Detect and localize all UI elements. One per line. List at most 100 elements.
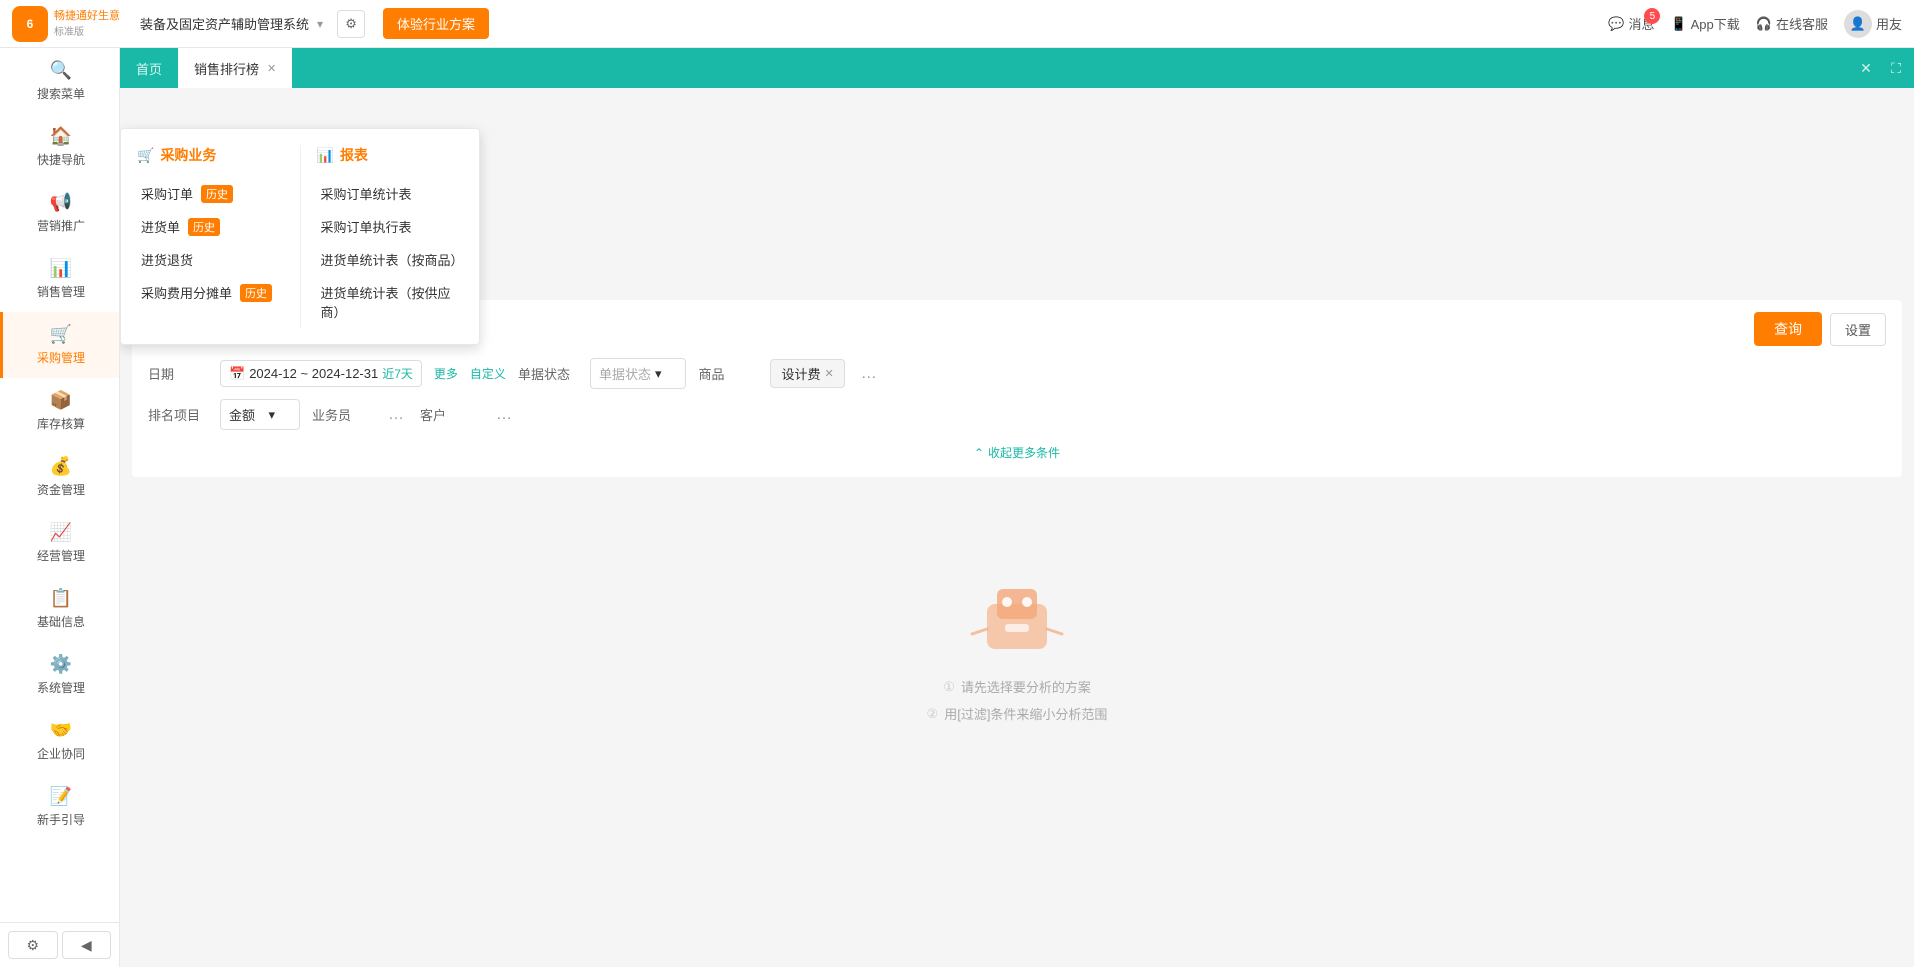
industry-button[interactable]: 体验行业方案 <box>383 8 489 39</box>
sidebar-label-enterprise: 企业协同 <box>37 745 85 762</box>
sidebar-item-operations[interactable]: 📈 经营管理 <box>0 510 119 576</box>
system-title-area: 装备及固定资产辅助管理系统 ▾ ⚙ 体验行业方案 <box>140 8 489 39</box>
sidebar-item-search[interactable]: 🔍 搜索菜单 <box>0 48 119 114</box>
sidebar-bottom: ⚙ ◀ <box>0 922 119 967</box>
content-area: 首页 销售排行榜 ✕ ✕ ⛶ 🛒 采购业务 <box>120 48 1914 967</box>
phone-icon: 📱 <box>1670 16 1686 32</box>
sidebar-item-system[interactable]: ⚙️ 系统管理 <box>0 642 119 708</box>
tab-home-label: 首页 <box>136 59 162 78</box>
user-name: 用友 <box>1876 14 1902 33</box>
empty-hint-2: ② 用[过滤]条件来缩小分析范围 <box>927 704 1108 723</box>
calendar-icon: 📅 <box>229 366 245 382</box>
goods-tag-close-icon[interactable]: ✕ <box>825 367 834 380</box>
tab-maximize-btn[interactable]: ⛶ <box>1882 54 1910 82</box>
tab-sales-ranking[interactable]: 销售排行榜 ✕ <box>178 48 292 88</box>
purchase-order-stats-label: 采购订单统计表 <box>321 184 412 203</box>
tab-close-icon[interactable]: ✕ <box>267 62 276 75</box>
tab-bar: 首页 销售排行榜 ✕ ✕ ⛶ <box>120 48 1914 88</box>
settings-bottom-btn[interactable]: ⚙ <box>8 931 58 959</box>
purchase-order-label: 采购订单 <box>141 184 193 203</box>
svg-text:6: 6 <box>27 17 34 31</box>
search-button[interactable]: 查询 <box>1754 312 1822 346</box>
inbound-stats-supplier-label: 进货单统计表（按供应商） <box>321 283 460 321</box>
date-more-link[interactable]: 更多 <box>434 365 458 382</box>
goods-tag[interactable]: 设计费 ✕ <box>770 359 844 388</box>
sidebar-label-guide: 新手引导 <box>37 811 85 828</box>
goods-tag-value: 设计费 <box>781 364 820 383</box>
sidebar-item-enterprise[interactable]: 🤝 企业协同 <box>0 708 119 774</box>
sidebar-label-search: 搜索菜单 <box>37 85 85 102</box>
purchase-section-icon: 🛒 <box>137 147 154 164</box>
setting-button[interactable]: 设置 <box>1830 313 1886 346</box>
search-icon: 🔍 <box>50 60 72 81</box>
sidebar-item-inventory[interactable]: 📦 库存核算 <box>0 378 119 444</box>
reports-section-icon: 📊 <box>317 147 334 164</box>
dropdown-icon: ▾ <box>655 366 662 382</box>
sidebar-item-basicinfo[interactable]: 📋 基础信息 <box>0 576 119 642</box>
chevron-down-icon[interactable]: ▾ <box>317 17 323 31</box>
sidebar-item-sales[interactable]: 📊 销售管理 <box>0 246 119 312</box>
date-custom-link[interactable]: 自定义 <box>470 365 506 382</box>
menu-item-purchase-order[interactable]: 采购订单 历史 <box>137 177 284 210</box>
system-title-text: 装备及固定资产辅助管理系统 <box>140 14 309 33</box>
rank-select[interactable]: 金额 ▾ <box>220 399 300 430</box>
menu-item-inbound[interactable]: 进货单 历史 <box>137 210 284 243</box>
history-badge-inbound: 历史 <box>188 218 220 236</box>
doc-status-value: 单据状态 <box>599 364 651 383</box>
sidebar-item-quicknav[interactable]: 🏠 快捷导航 <box>0 114 119 180</box>
menu-item-purchase-expense[interactable]: 采购费用分摊单 历史 <box>137 276 284 309</box>
gear-button[interactable]: ⚙ <box>337 10 365 38</box>
sidebar-label-sales: 销售管理 <box>37 283 85 300</box>
filter-row-1: 日期 📅 2024-12 ~ 2024-12-31 近7天 更多 自定义 单据状… <box>148 358 1886 389</box>
finance-icon: 💰 <box>50 456 72 477</box>
customer-ellipsis[interactable]: … <box>492 406 516 424</box>
user-area[interactable]: 👤 用友 <box>1844 10 1902 38</box>
sidebar-label-marketing: 营销推广 <box>37 217 85 234</box>
collapse-sidebar-btn[interactable]: ◀ <box>62 931 112 959</box>
date-label: 日期 <box>148 364 208 383</box>
return-label: 进货退货 <box>141 250 193 269</box>
tab-home[interactable]: 首页 <box>120 48 178 88</box>
sidebar: 🔍 搜索菜单 🏠 快捷导航 📢 营销推广 📊 销售管理 🛒 采购管理 📦 库存核… <box>0 48 120 967</box>
collapse-label: 收起更多条件 <box>988 444 1060 461</box>
sidebar-label-inventory: 库存核算 <box>37 415 85 432</box>
main-layout: 🔍 搜索菜单 🏠 快捷导航 📢 营销推广 📊 销售管理 🛒 采购管理 📦 库存核… <box>0 48 1914 967</box>
sidebar-item-finance[interactable]: 💰 资金管理 <box>0 444 119 510</box>
logo-brand: 畅捷通好生意 <box>54 9 120 23</box>
menu-item-purchase-order-stats[interactable]: 采购订单统计表 <box>317 177 464 210</box>
rank-value: 金额 <box>229 405 255 424</box>
top-right-area: 💬 消息 5 📱 App下载 🎧 在线客服 👤 用友 <box>1608 10 1902 38</box>
menu-item-return[interactable]: 进货退货 <box>137 243 284 276</box>
menu-item-inbound-stats-supplier[interactable]: 进货单统计表（按供应商） <box>317 276 464 328</box>
goods-ellipsis[interactable]: … <box>857 365 881 383</box>
goods-label: 商品 <box>698 364 758 383</box>
tab-close-all-btn[interactable]: ✕ <box>1852 54 1880 82</box>
menu-section-reports: 📊 报表 采购订单统计表 采购订单执行表 进货单统计表（按商品） 进货单统计表（… <box>317 145 464 328</box>
sales-icon: 📊 <box>50 258 72 279</box>
purchase-section-label: 采购业务 <box>160 145 216 165</box>
home-icon: 🏠 <box>50 126 72 147</box>
history-badge-expense: 历史 <box>240 284 272 302</box>
collapse-row[interactable]: ⌃ 收起更多条件 <box>148 440 1886 465</box>
app-download-button[interactable]: 📱 App下载 <box>1670 14 1739 33</box>
sidebar-item-guide[interactable]: 📝 新手引导 <box>0 774 119 840</box>
message-badge: 5 <box>1644 8 1660 24</box>
rank-dropdown-icon: ▾ <box>268 407 275 423</box>
message-button[interactable]: 💬 消息 5 <box>1608 14 1654 33</box>
menu-item-inbound-stats-goods[interactable]: 进货单统计表（按商品） <box>317 243 464 276</box>
salesperson-ellipsis[interactable]: … <box>384 406 408 424</box>
purchase-section-title: 🛒 采购业务 <box>137 145 284 165</box>
basicinfo-icon: 📋 <box>50 588 72 609</box>
purchase-icon: 🛒 <box>50 324 72 345</box>
guide-icon: 📝 <box>50 786 72 807</box>
sidebar-item-purchase[interactable]: 🛒 采购管理 <box>0 312 119 378</box>
doc-status-select[interactable]: 单据状态 ▾ <box>590 358 687 389</box>
empty-hint-1-text: 请先选择要分析的方案 <box>961 677 1091 696</box>
menu-item-purchase-order-exec[interactable]: 采购订单执行表 <box>317 210 464 243</box>
empty-hint-1: ① 请先选择要分析的方案 <box>943 677 1091 696</box>
logo-icon: 6 <box>12 6 48 42</box>
date-range-picker[interactable]: 📅 2024-12 ~ 2024-12-31 近7天 <box>220 360 422 387</box>
online-service-button[interactable]: 🎧 在线客服 <box>1756 14 1828 33</box>
doc-status-label: 单据状态 <box>518 364 578 383</box>
sidebar-item-marketing[interactable]: 📢 营销推广 <box>0 180 119 246</box>
